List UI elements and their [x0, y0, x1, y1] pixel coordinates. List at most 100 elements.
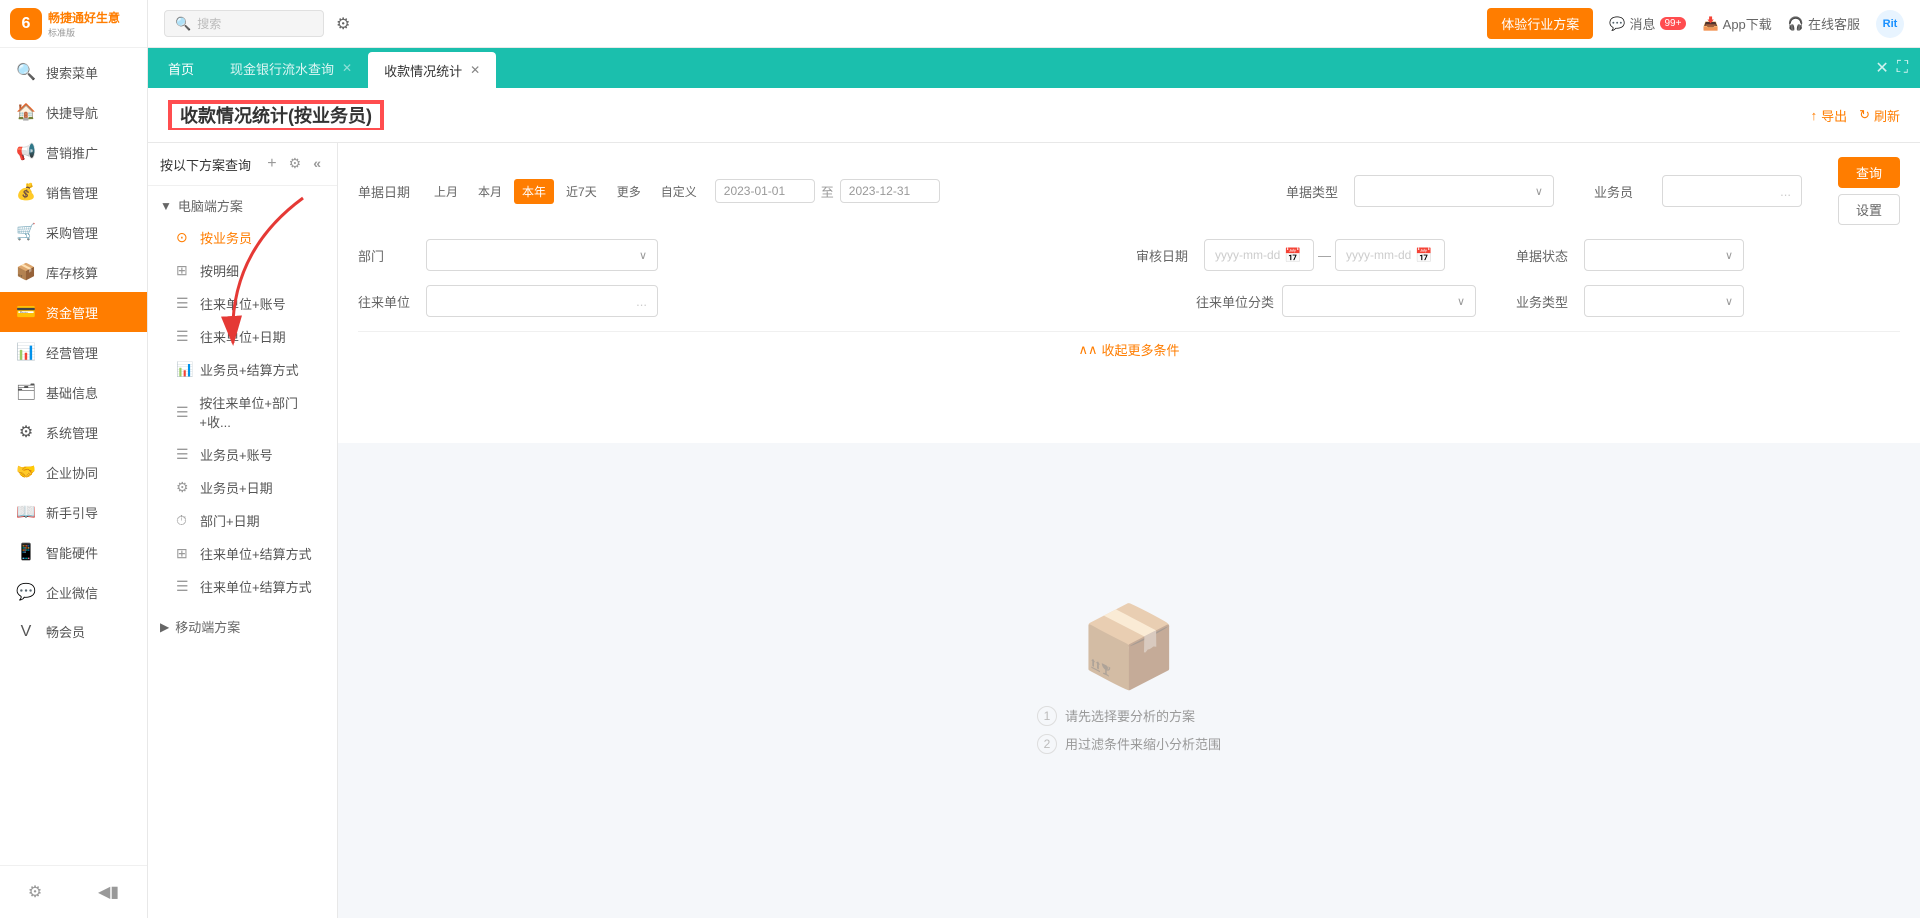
sidebar-item-hardware[interactable]: 📱 智能硬件	[0, 532, 147, 572]
tab-cashflow[interactable]: 现金银行流水查询 ✕	[214, 48, 368, 88]
trial-btn[interactable]: 体验行业方案	[1487, 8, 1593, 39]
filter-partner-category-item: 往来单位分类 ∨	[1196, 285, 1476, 317]
scheme-item-partner-settlement1[interactable]: ⊞ 往来单位+结算方式	[148, 537, 337, 570]
date-separator: 至	[821, 182, 834, 201]
date-dash: —	[1318, 248, 1331, 263]
scheme-item-partner-date[interactable]: ☰ 往来单位+日期	[148, 320, 337, 353]
filter-doc-status-item: 单据状态 ∨	[1516, 239, 1744, 271]
topbar-search[interactable]: 🔍 搜索	[164, 10, 324, 37]
sidebar-collapse-btn[interactable]: ◀▮	[92, 876, 125, 908]
partner-category-control[interactable]: ∨	[1282, 285, 1476, 317]
sales-icon: 💰	[16, 182, 36, 202]
logo-area: 6 畅捷通好生意 标准版	[0, 0, 147, 48]
sidebar-item-system[interactable]: ⚙ 系统管理	[0, 412, 147, 452]
sidebar-item-biz[interactable]: 📊 经营管理	[0, 332, 147, 372]
sidebar-item-guide[interactable]: 📖 新手引导	[0, 492, 147, 532]
query-btn[interactable]: 查询	[1838, 157, 1900, 188]
sidebar-item-basic[interactable]: 🗂 基础信息	[0, 372, 147, 412]
date-tab-more[interactable]: 更多	[609, 179, 649, 204]
date-tab-this-month[interactable]: 本月	[470, 179, 510, 204]
tab-cashflow-close[interactable]: ✕	[342, 61, 352, 75]
partner-control[interactable]: ...	[426, 285, 658, 317]
sidebar-item-search[interactable]: 🔍 搜索菜单	[0, 52, 147, 92]
dept-dropdown: ∨	[437, 249, 647, 262]
tab-home[interactable]: 首页	[148, 48, 214, 88]
sidebar-settings-btn[interactable]: ⚙	[22, 876, 48, 908]
topbar-settings-icon[interactable]: ⚙	[336, 14, 350, 34]
page-area: 收款情况统计(按业务员) ↑ 导出 ↻ 刷新 按以下方案查询	[148, 88, 1920, 918]
doc-type-control[interactable]: ∨	[1354, 175, 1554, 207]
content-layout: 按以下方案查询 + ⚙ « ▼ 电脑端方案 ⊙ 按业务员	[148, 143, 1920, 918]
tab-receipt-close[interactable]: ✕	[470, 63, 480, 77]
hint-num-2: 2	[1037, 734, 1057, 754]
scheme-settings-btn[interactable]: ⚙	[285, 153, 306, 175]
doc-status-dropdown: ∨	[1595, 249, 1733, 262]
scheme-panel: 按以下方案查询 + ⚙ « ▼ 电脑端方案 ⊙ 按业务员	[148, 143, 338, 918]
collapse-icon: ∧∧	[1078, 342, 1097, 358]
date-tab-last-month[interactable]: 上月	[426, 179, 466, 204]
filter-review-date-item: 审核日期 yyyy-mm-dd 📅 — yyyy-mm-dd 📅	[1136, 239, 1476, 271]
filter-biz-type-item: 业务类型 ∨	[1516, 285, 1744, 317]
tab-close-window-icon[interactable]: ✕	[1875, 58, 1888, 78]
sidebar-item-wechat[interactable]: 💬 企业微信	[0, 572, 147, 612]
message-btn[interactable]: 💬 消息 99+	[1609, 14, 1686, 33]
table-icon: ☰	[176, 295, 194, 312]
filter-doc-type-item: 单据类型 ∨	[1286, 175, 1554, 207]
app-logo-icon: 6	[10, 8, 42, 40]
sidebar-item-purchase[interactable]: 🛒 采购管理	[0, 212, 147, 252]
scheme-item-partner-account[interactable]: ☰ 往来单位+账号	[148, 287, 337, 320]
salesman-control[interactable]: ...	[1662, 175, 1802, 207]
date-from-input[interactable]	[715, 179, 815, 203]
dept-control[interactable]: ∨	[426, 239, 658, 271]
biz-type-caret: ∨	[1725, 295, 1733, 308]
empty-illustration: 📦	[1079, 600, 1179, 694]
biz-type-control[interactable]: ∨	[1584, 285, 1744, 317]
scheme-add-btn[interactable]: +	[263, 153, 280, 175]
partner-dropdown: ...	[437, 294, 647, 309]
biz-icon: 📊	[16, 342, 36, 362]
scheme-item-dept-date[interactable]: ⏱ 部门+日期	[148, 504, 337, 537]
hint-item-2: 2 用过滤条件来缩小分析范围	[1037, 734, 1221, 754]
app-download-btn[interactable]: 📥 App下载	[1702, 14, 1771, 33]
tabbar-right: ✕ ⛶	[1875, 58, 1920, 78]
doc-status-control[interactable]: ∨	[1584, 239, 1744, 271]
scheme-group-desktop-header[interactable]: ▼ 电脑端方案	[148, 190, 337, 221]
sidebar: 6 畅捷通好生意 标准版 🔍 搜索菜单 🏠 快捷导航 📢 营销推广 💰 销售管理…	[0, 0, 148, 918]
review-date-to-control[interactable]: yyyy-mm-dd 📅	[1335, 239, 1445, 271]
date-tab-this-year[interactable]: 本年	[514, 179, 554, 204]
scheme-collapse-btn[interactable]: «	[309, 153, 325, 175]
sidebar-item-sales[interactable]: 💰 销售管理	[0, 172, 147, 212]
refresh-btn[interactable]: ↻ 刷新	[1859, 106, 1900, 125]
gear-icon: ⚙	[176, 479, 194, 496]
online-service-btn[interactable]: 🎧 在线客服	[1788, 14, 1860, 33]
tab-receipt[interactable]: 收款情况统计 ✕	[368, 52, 496, 88]
scheme-item-salesman-settlement[interactable]: 📊 业务员+结算方式	[148, 353, 337, 386]
scheme-item-by-detail[interactable]: ⊞ 按明细	[148, 254, 337, 287]
sidebar-item-inventory[interactable]: 📦 库存核算	[0, 252, 147, 292]
scheme-item-by-salesman[interactable]: ⊙ 按业务员	[148, 221, 337, 254]
sidebar-item-fund[interactable]: 💳 资金管理	[0, 292, 147, 332]
scheme-group-mobile-header[interactable]: ▶ 移动端方案	[148, 611, 337, 642]
sidebar-item-member[interactable]: V 畅会员	[0, 612, 147, 651]
scheme-item-salesman-date[interactable]: ⚙ 业务员+日期	[148, 471, 337, 504]
scheme-item-salesman-account[interactable]: ☰ 业务员+账号	[148, 438, 337, 471]
export-btn[interactable]: ↑ 导出	[1811, 106, 1848, 125]
app-name-text: 畅捷通好生意 标准版	[48, 9, 120, 39]
review-date-range: yyyy-mm-dd 📅 — yyyy-mm-dd 📅	[1204, 239, 1445, 271]
sidebar-item-quicknav[interactable]: 🏠 快捷导航	[0, 92, 147, 132]
scheme-item-partner-settlement2[interactable]: ☰ 往来单位+结算方式	[148, 570, 337, 603]
sidebar-item-collab[interactable]: 🤝 企业协同	[0, 452, 147, 492]
circle-icon: ⊙	[176, 229, 194, 246]
scheme-item-partner-dept-collect[interactable]: ☰ 按往来单位+部门+收...	[148, 386, 337, 438]
date-to-input[interactable]	[840, 179, 940, 203]
date-tab-custom[interactable]: 自定义	[653, 179, 705, 204]
tab-maximize-icon[interactable]: ⛶	[1897, 59, 1908, 77]
filter-settings-btn[interactable]: 设置	[1838, 194, 1900, 225]
filter-panel: 单据日期 上月 本月 本年 近7天 更多 自定义 至	[338, 143, 1920, 443]
collapse-btn[interactable]: ∧∧ 收起更多条件	[1078, 340, 1179, 359]
partner-dots: ...	[636, 294, 647, 309]
sidebar-item-marketing[interactable]: 📢 营销推广	[0, 132, 147, 172]
date-tab-7days[interactable]: 近7天	[558, 179, 605, 204]
user-avatar-area[interactable]: Rit	[1876, 10, 1904, 38]
review-date-from-control[interactable]: yyyy-mm-dd 📅	[1204, 239, 1314, 271]
